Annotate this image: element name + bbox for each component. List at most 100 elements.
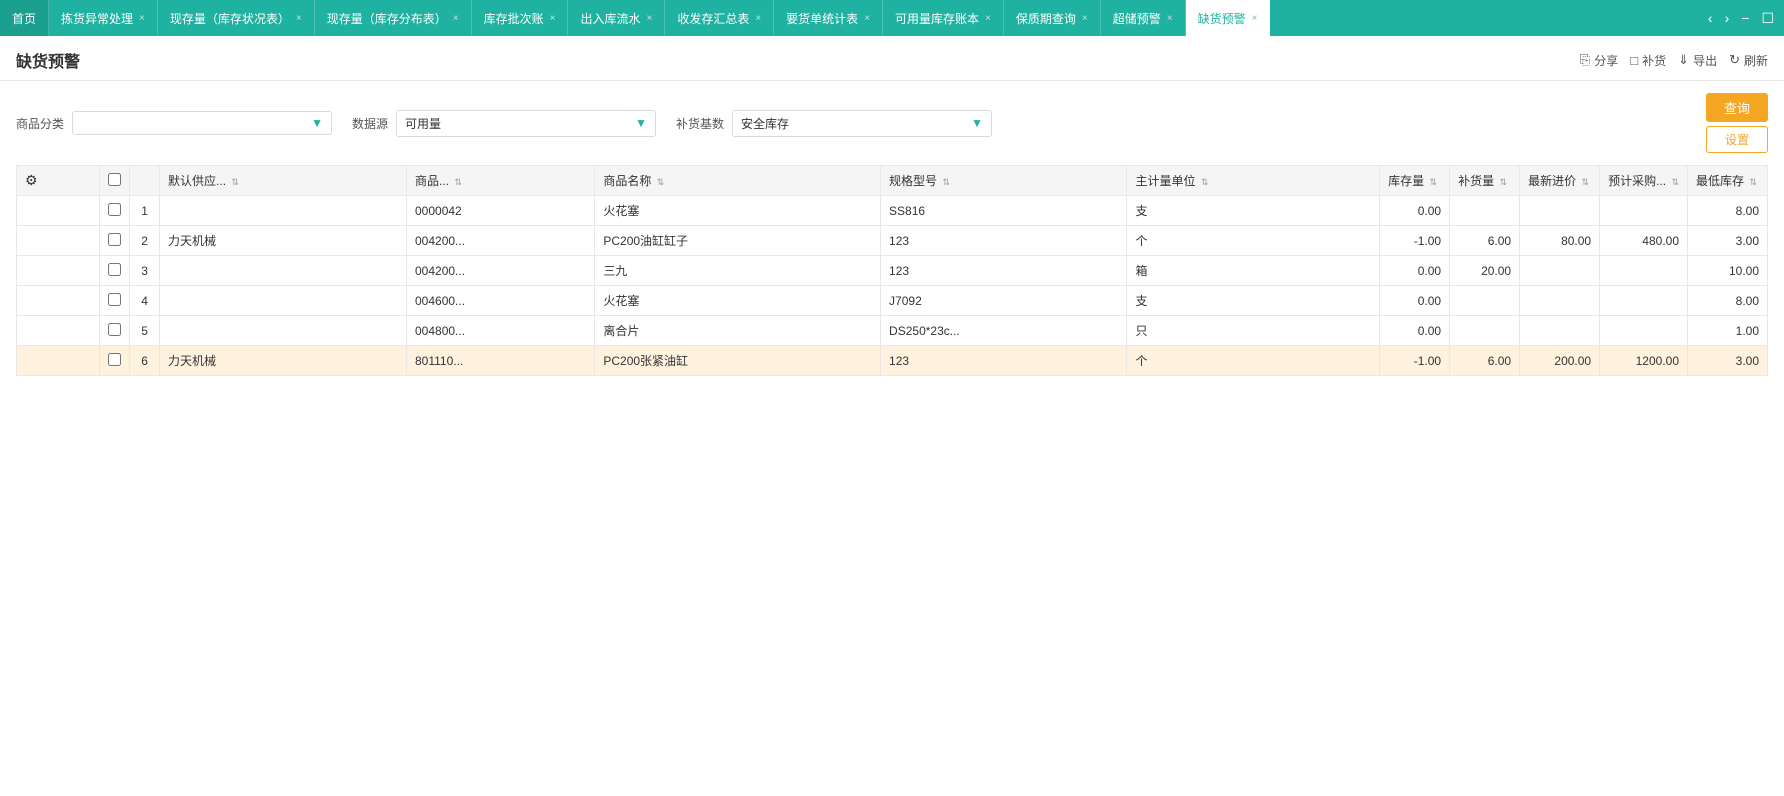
datasource-filter-label: 数据源 xyxy=(352,115,388,132)
cell-code: 0000042 xyxy=(407,196,595,226)
cell-supplier: 力天机械 xyxy=(160,226,407,256)
cell-price: 200.00 xyxy=(1520,346,1600,376)
export-icon: ⇓ xyxy=(1678,52,1689,68)
cell-unit: 箱 xyxy=(1127,256,1380,286)
cell-checkbox[interactable] xyxy=(100,196,130,226)
replenish-label: 补货 xyxy=(1642,52,1666,69)
col-header-code[interactable]: 商品... ⇅ xyxy=(407,166,595,196)
cell-name: 三九 xyxy=(595,256,881,286)
replenish-button[interactable]: □ 补货 xyxy=(1630,52,1666,69)
export-button[interactable]: ⇓ 导出 xyxy=(1678,52,1717,69)
tab-maximize-button[interactable]: ☐ xyxy=(1755,6,1780,31)
header-actions: ⎘ 分享 □ 补货 ⇓ 导出 ↻ 刷新 xyxy=(1580,52,1768,69)
tab-batch[interactable]: 库存批次账 × xyxy=(472,0,569,36)
close-icon[interactable]: × xyxy=(1082,13,1088,24)
refresh-button[interactable]: ↻ 刷新 xyxy=(1729,52,1768,69)
cell-price xyxy=(1520,256,1600,286)
col-header-minstock[interactable]: 最低库存 ⇅ xyxy=(1688,166,1768,196)
tab-stock-status[interactable]: 现存量（库存状况表） × xyxy=(158,0,315,36)
tab-shortage[interactable]: 缺货预警 × xyxy=(1186,0,1271,36)
cell-checkbox[interactable] xyxy=(100,316,130,346)
col-header-stock[interactable]: 库存量 ⇅ xyxy=(1380,166,1450,196)
tab-home[interactable]: 首页 xyxy=(0,0,49,36)
cell-minstock: 1.00 xyxy=(1688,316,1768,346)
tab-nav-buttons: ‹ › − ☐ xyxy=(1702,6,1784,31)
row-checkbox[interactable] xyxy=(108,293,121,306)
col-header-replenish[interactable]: 补货量 ⇅ xyxy=(1450,166,1520,196)
close-icon[interactable]: × xyxy=(139,13,145,24)
col-header-checkbox[interactable] xyxy=(100,166,130,196)
datasource-dropdown-icon: ▼ xyxy=(635,116,647,130)
select-all-checkbox[interactable] xyxy=(108,173,121,186)
col-header-name[interactable]: 商品名称 ⇅ xyxy=(595,166,881,196)
category-filter-label: 商品分类 xyxy=(16,115,64,132)
share-button[interactable]: ⎘ 分享 xyxy=(1580,52,1618,69)
cell-replenish xyxy=(1450,196,1520,226)
tab-expiry[interactable]: 保质期查询 × xyxy=(1004,0,1101,36)
settings-button[interactable]: 设置 xyxy=(1706,126,1768,153)
cell-settings xyxy=(17,346,100,376)
row-checkbox[interactable] xyxy=(108,263,121,276)
col-header-purchase[interactable]: 预计采购... ⇅ xyxy=(1600,166,1688,196)
table-row: 2 力天机械 004200... PC200油缸缸子 123 个 -1.00 6… xyxy=(17,226,1768,256)
replenish-select[interactable]: 安全库存 ▼ xyxy=(732,110,992,137)
close-icon[interactable]: × xyxy=(646,13,652,24)
col-header-spec[interactable]: 规格型号 ⇅ xyxy=(881,166,1127,196)
cell-checkbox[interactable] xyxy=(100,226,130,256)
tab-prev-button[interactable]: ‹ xyxy=(1702,6,1719,30)
cell-code: 004200... xyxy=(407,226,595,256)
table-row: 1 0000042 火花塞 SS816 支 0.00 8.00 xyxy=(17,196,1768,226)
share-icon: ⎘ xyxy=(1580,52,1590,68)
cell-spec: SS816 xyxy=(881,196,1127,226)
cell-purchase xyxy=(1600,196,1688,226)
row-checkbox[interactable] xyxy=(108,233,121,246)
cell-supplier: 力天机械 xyxy=(160,346,407,376)
category-select[interactable]: ▼ xyxy=(72,111,332,135)
cell-stock: 0.00 xyxy=(1380,316,1450,346)
tab-minimize-button[interactable]: − xyxy=(1735,6,1755,30)
datasource-select[interactable]: 可用量 ▼ xyxy=(396,110,656,137)
cell-checkbox[interactable] xyxy=(100,286,130,316)
cell-checkbox[interactable] xyxy=(100,346,130,376)
sort-icon: ⇅ xyxy=(1671,177,1679,187)
row-checkbox[interactable] xyxy=(108,203,121,216)
tab-overstock[interactable]: 超储预警 × xyxy=(1101,0,1186,36)
sort-icon: ⇅ xyxy=(657,177,665,187)
cell-purchase xyxy=(1600,256,1688,286)
col-spec-label: 规格型号 xyxy=(889,174,937,188)
sort-icon: ⇅ xyxy=(1429,177,1437,187)
col-header-unit[interactable]: 主计量单位 ⇅ xyxy=(1127,166,1380,196)
tab-available[interactable]: 可用量库存账本 × xyxy=(883,0,1004,36)
close-icon[interactable]: × xyxy=(864,13,870,24)
col-header-price[interactable]: 最新进价 ⇅ xyxy=(1520,166,1600,196)
close-icon[interactable]: × xyxy=(453,13,459,24)
close-icon[interactable]: × xyxy=(296,13,302,24)
tab-stock-dist[interactable]: 现存量（库存分布表） × xyxy=(315,0,472,36)
row-checkbox[interactable] xyxy=(108,353,121,366)
close-icon[interactable]: × xyxy=(985,13,991,24)
query-button[interactable]: 查询 xyxy=(1706,93,1768,122)
tab-demand[interactable]: 要货单统计表 × xyxy=(774,0,883,36)
col-replenish-label: 补货量 xyxy=(1458,174,1494,188)
cell-replenish: 6.00 xyxy=(1450,226,1520,256)
tab-home-label: 首页 xyxy=(12,10,36,27)
tab-inout-label: 出入库流水 xyxy=(580,10,640,27)
tab-receive[interactable]: 收发存汇总表 × xyxy=(665,0,774,36)
replenish-filter-item: 补货基数 安全库存 ▼ xyxy=(676,110,992,137)
tab-next-button[interactable]: › xyxy=(1719,6,1736,30)
cell-spec: 123 xyxy=(881,256,1127,286)
col-header-supplier[interactable]: 默认供应... ⇅ xyxy=(160,166,407,196)
col-header-settings[interactable]: ⚙ xyxy=(17,166,100,196)
close-icon[interactable]: × xyxy=(1252,13,1258,24)
col-name-label: 商品名称 xyxy=(603,174,651,188)
tab-inout[interactable]: 出入库流水 × xyxy=(568,0,665,36)
tab-exception[interactable]: 拣货异常处理 × xyxy=(49,0,158,36)
cell-checkbox[interactable] xyxy=(100,256,130,286)
row-checkbox[interactable] xyxy=(108,323,121,336)
cell-stock: 0.00 xyxy=(1380,256,1450,286)
close-icon[interactable]: × xyxy=(1167,13,1173,24)
cell-num: 3 xyxy=(130,256,160,286)
close-icon[interactable]: × xyxy=(755,13,761,24)
close-icon[interactable]: × xyxy=(550,13,556,24)
filter-row: 商品分类 ▼ 数据源 可用量 ▼ 补货基数 安全库存 ▼ 查询 设置 xyxy=(0,81,1784,165)
